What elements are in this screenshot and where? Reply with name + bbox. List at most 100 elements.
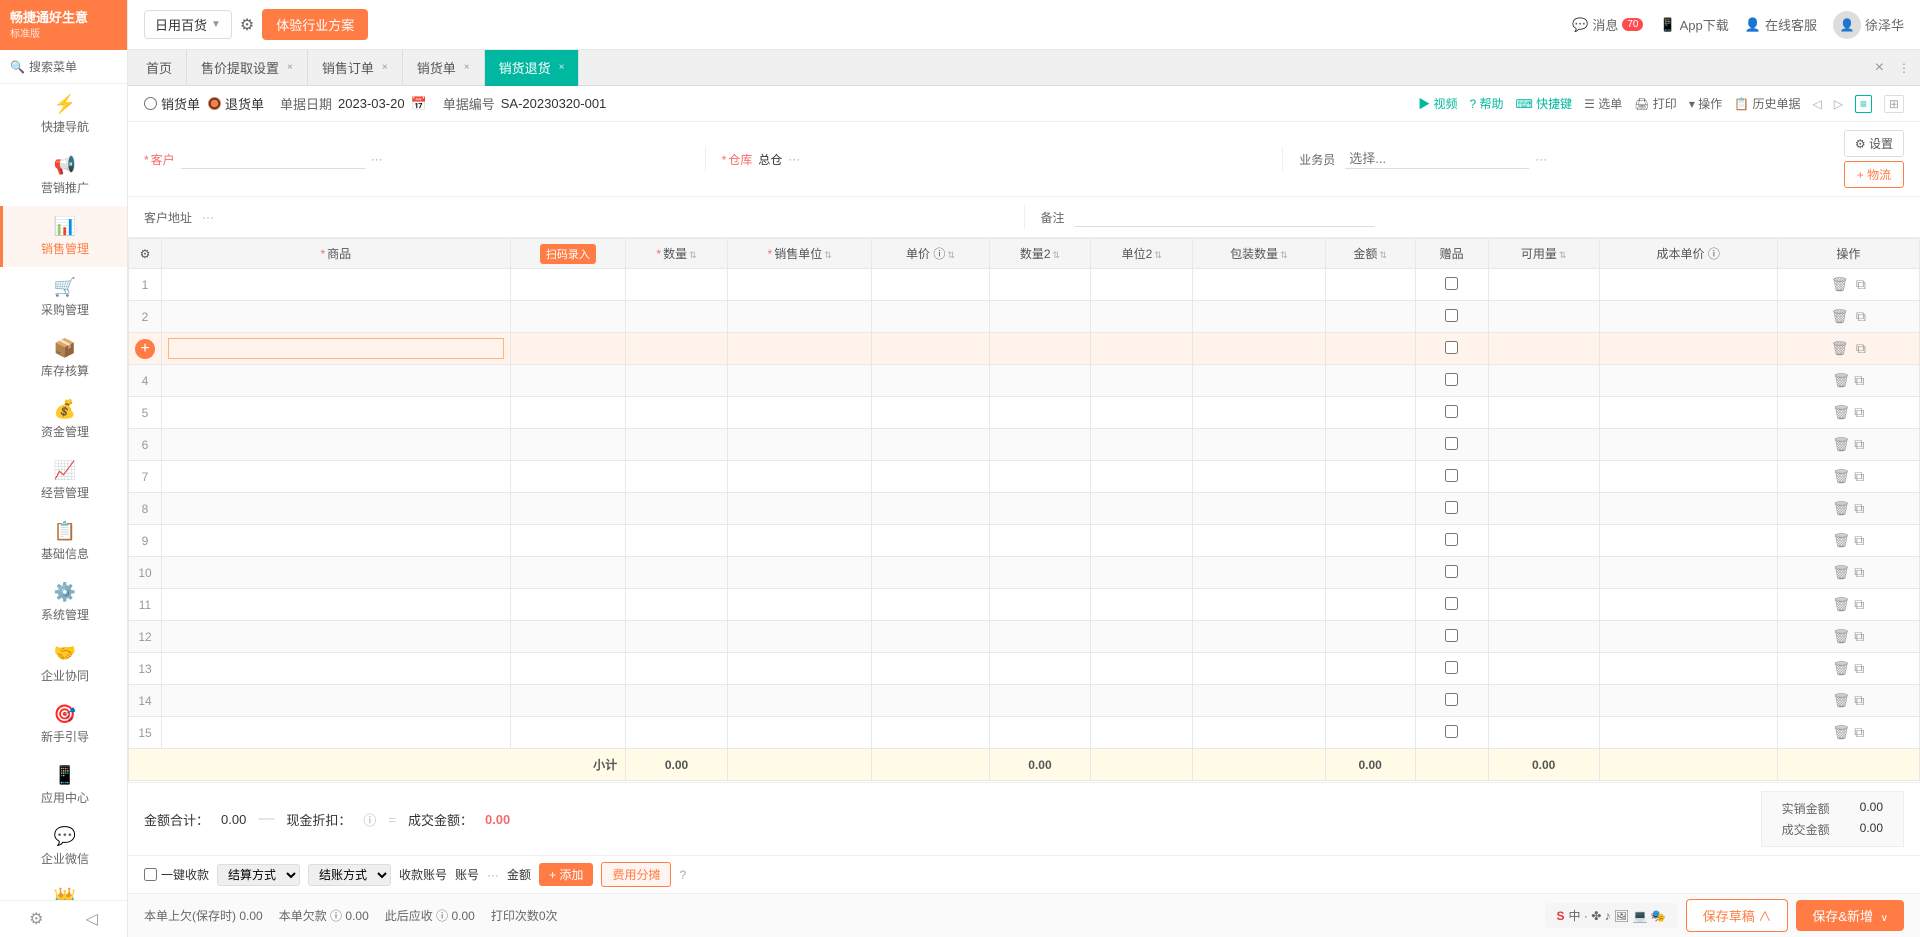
radio-sale-input[interactable] [144, 97, 157, 110]
radio-return-bill[interactable]: 退货单 [208, 94, 264, 113]
copy-row-8-btn[interactable]: ⧉ [1852, 498, 1866, 519]
delete-row-1-btn[interactable]: 🗑 [1829, 274, 1851, 295]
sidebar-item-member[interactable]: 👑 畅会员 [0, 877, 127, 900]
amount-cell-1[interactable] [1325, 269, 1415, 301]
packqty-cell-2[interactable] [1193, 301, 1326, 333]
copy-row-6-btn[interactable]: ⧉ [1852, 434, 1866, 455]
delete-row-4-btn[interactable]: 🗑 [1830, 370, 1852, 391]
settlement-method-select[interactable]: 结算方式 [217, 864, 300, 886]
sidebar-item-operation[interactable]: 📈 经营管理 [0, 450, 127, 511]
copy-row-9-btn[interactable]: ⧉ [1852, 530, 1866, 551]
app-download-btn[interactable]: 📱 App下载 [1659, 15, 1728, 34]
qty-cell-3[interactable] [626, 333, 728, 365]
radio-sale-bill[interactable]: 销货单 [144, 94, 200, 113]
gift-checkbox-13[interactable] [1445, 661, 1458, 674]
th-unit-price[interactable]: 单价 ⓘ⇅ [872, 239, 989, 269]
sidebar-item-shortcut[interactable]: ⚡ 快捷导航 [0, 84, 127, 145]
th-settings[interactable]: ⚙ [129, 239, 162, 269]
customer-select-icon[interactable]: ··· [371, 152, 383, 166]
print-btn[interactable]: 🖨 打印 [1634, 95, 1677, 112]
gift-checkbox-8[interactable] [1445, 501, 1458, 514]
delete-row-5-btn[interactable]: 🗑 [1830, 402, 1852, 423]
goods-input-3[interactable] [168, 338, 504, 359]
th-gift[interactable]: 赠品 [1415, 239, 1488, 269]
history-btn[interactable]: 📋 历史单据 [1734, 95, 1800, 112]
copy-row-11-btn[interactable]: ⧉ [1852, 594, 1866, 615]
salesperson-input[interactable] [1345, 149, 1529, 169]
packqty-cell-3[interactable] [1193, 333, 1326, 365]
sidebar-collapse-btn[interactable]: ◁ [86, 909, 98, 929]
available-cell-1[interactable] [1488, 269, 1599, 301]
trial-button[interactable]: 体验行业方案 [262, 9, 368, 40]
delete-row-8-btn[interactable]: 🗑 [1830, 498, 1852, 519]
copy-row-1-btn[interactable]: ⧉ [1854, 274, 1868, 295]
select-bill-btn[interactable]: ☰ 选单 [1584, 95, 1622, 112]
sidebar-item-basic[interactable]: 📋 基础信息 [0, 511, 127, 572]
tab-menu-icon[interactable]: ⋮ [1892, 61, 1916, 75]
video-btn[interactable]: ▶ 视频 [1418, 95, 1457, 112]
operate-btn[interactable]: ▾ 操作 [1689, 95, 1722, 112]
sidebar-item-inventory[interactable]: 📦 库存核算 [0, 328, 127, 389]
tab-sale-return[interactable]: 销货退货 × [485, 50, 580, 86]
delete-row-7-btn[interactable]: 🗑 [1830, 466, 1852, 487]
copy-row-15-btn[interactable]: ⧉ [1852, 722, 1866, 743]
add-fee-btn[interactable]: + 添加 [539, 863, 593, 886]
sidebar-item-wechat[interactable]: 💬 企业微信 [0, 816, 127, 877]
question-info-icon[interactable]: ⓘ [363, 810, 376, 829]
sidebar-item-enterprise[interactable]: 🤝 企业协同 [0, 633, 127, 694]
gift-checkbox-1[interactable] [1445, 277, 1458, 290]
th-available[interactable]: 可用量⇅ [1488, 239, 1599, 269]
fee-question-icon[interactable]: ? [679, 868, 686, 882]
customer-address-select-icon[interactable]: ··· [202, 210, 214, 224]
shortcut-btn[interactable]: ⌨ 快捷键 [1515, 95, 1572, 112]
close-sale-bill-icon[interactable]: × [464, 62, 470, 73]
category-select[interactable]: 日用百货 ▼ [144, 10, 232, 39]
sidebar-item-system[interactable]: ⚙️ 系统管理 [0, 572, 127, 633]
saleunit-cell-1[interactable] [727, 269, 871, 301]
qty2-cell-2[interactable] [989, 301, 1091, 333]
sidebar-item-sales[interactable]: 📊 销售管理 [0, 206, 127, 267]
tab-sale-order[interactable]: 销售订单 × [308, 50, 403, 86]
one-key-collection-checkbox[interactable]: 一键收款 [144, 866, 209, 883]
delete-row-2-btn[interactable]: 🗑 [1829, 306, 1851, 327]
gift-checkbox-2[interactable] [1445, 309, 1458, 322]
th-qty2[interactable]: 数量2⇅ [989, 239, 1091, 269]
message-btn[interactable]: 💬 消息 70 [1572, 15, 1643, 34]
th-qty[interactable]: 数量⇅ [626, 239, 728, 269]
next-record-icon[interactable]: ▷ [1834, 97, 1843, 111]
delete-row-10-btn[interactable]: 🗑 [1830, 562, 1852, 583]
copy-row-3-btn[interactable]: ⧉ [1854, 338, 1868, 359]
goods-cell-1[interactable] [162, 269, 511, 301]
copy-row-7-btn[interactable]: ⧉ [1852, 466, 1866, 487]
settlement-value-select[interactable]: 结账方式 [308, 864, 391, 886]
delete-row-9-btn[interactable]: 🗑 [1830, 530, 1852, 551]
scan-input-btn[interactable]: 扫码录入 [540, 244, 596, 264]
gift-checkbox-12[interactable] [1445, 629, 1458, 642]
delete-row-12-btn[interactable]: 🗑 [1830, 626, 1852, 647]
delete-row-14-btn[interactable]: 🗑 [1830, 690, 1852, 711]
sidebar-settings-btn[interactable]: ⚙ [29, 909, 43, 929]
th-sale-unit[interactable]: 销售单位⇅ [727, 239, 871, 269]
th-amount[interactable]: 金额⇅ [1325, 239, 1415, 269]
remark-input[interactable] [1075, 207, 1375, 227]
th-pack-qty[interactable]: 包装数量⇅ [1193, 239, 1326, 269]
unitprice-cell-1[interactable] [872, 269, 989, 301]
copy-row-2-btn[interactable]: ⧉ [1854, 306, 1868, 327]
unit2-cell-1[interactable] [1091, 269, 1193, 301]
copy-row-13-btn[interactable]: ⧉ [1852, 658, 1866, 679]
gift-checkbox-3[interactable] [1445, 341, 1458, 354]
tab-sale-bill[interactable]: 销货单 × [403, 50, 485, 86]
list-view-icon[interactable]: ≡ [1855, 95, 1872, 113]
th-cost-price[interactable]: 成本单价 ⓘ [1599, 239, 1777, 269]
one-key-checkbox-input[interactable] [144, 868, 157, 881]
delete-row-3-btn[interactable]: 🗑 [1829, 338, 1851, 359]
logistics-side-btn[interactable]: + 物流 [1844, 161, 1904, 188]
gift-checkbox-14[interactable] [1445, 693, 1458, 706]
sidebar-item-marketing[interactable]: 📢 营销推广 [0, 145, 127, 206]
sidebar-item-purchase[interactable]: 🛒 采购管理 [0, 267, 127, 328]
available-cell-2[interactable] [1488, 301, 1599, 333]
copy-row-14-btn[interactable]: ⧉ [1852, 690, 1866, 711]
delete-row-6-btn[interactable]: 🗑 [1830, 434, 1852, 455]
amount-cell-2[interactable] [1325, 301, 1415, 333]
copy-row-4-btn[interactable]: ⧉ [1852, 370, 1866, 391]
